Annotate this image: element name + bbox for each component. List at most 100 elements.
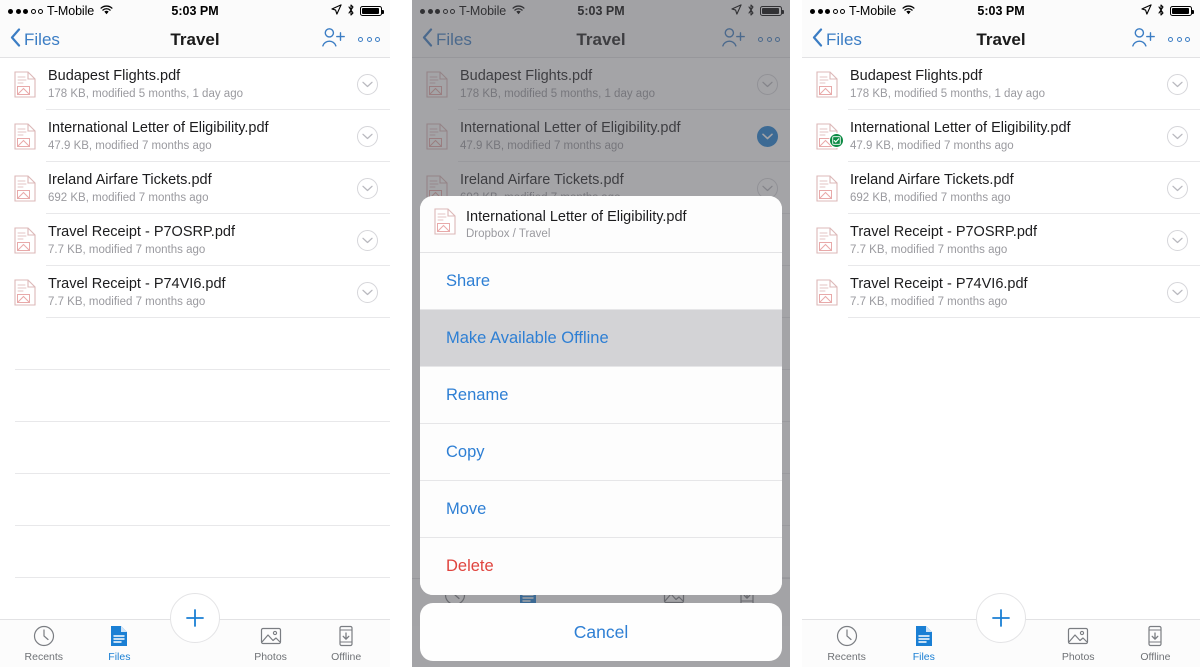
action-sheet-body: International Letter of Eligibility.pdf … <box>420 196 782 595</box>
tab-photos[interactable]: Photos <box>1040 624 1117 663</box>
file-meta: 692 KB, modified 7 months ago <box>850 191 1011 204</box>
empty-row <box>0 370 390 422</box>
file-meta: 178 KB, modified 5 months, 1 day ago <box>48 87 243 100</box>
table-row[interactable]: Travel Receipt - P74VI6.pdf 7.7 KB, modi… <box>0 266 390 318</box>
pdf-file-icon <box>10 122 40 150</box>
add-button[interactable] <box>170 593 220 643</box>
photo-icon <box>1068 627 1089 645</box>
add-person-icon[interactable] <box>1131 27 1157 53</box>
pdf-file-icon <box>812 122 844 150</box>
panel-gap <box>790 0 802 667</box>
ellipsis-icon[interactable] <box>358 37 380 42</box>
document-icon <box>915 626 932 646</box>
row-menu-button[interactable] <box>1167 73 1188 95</box>
table-row[interactable]: Ireland Airfare Tickets.pdf 692 KB, modi… <box>0 162 390 214</box>
status-bar: T-Mobile 5:03 PM <box>0 0 390 22</box>
nav-bar: Files Travel <box>0 22 390 58</box>
action-make-available-offline[interactable]: Make Available Offline <box>420 310 782 367</box>
offline-download-icon <box>1148 625 1163 647</box>
empty-row <box>0 526 390 578</box>
table-row[interactable]: Budapest Flights.pdf 178 KB, modified 5 … <box>802 58 1200 110</box>
row-menu-button[interactable] <box>357 229 378 251</box>
table-row[interactable]: International Letter of Eligibility.pdf … <box>0 110 390 162</box>
tab-label: Files <box>912 651 935 663</box>
file-name: Travel Receipt - P7OSRP.pdf <box>48 223 235 240</box>
tab-label: Recents <box>24 651 64 663</box>
action-delete[interactable]: Delete <box>420 538 782 595</box>
action-rename[interactable]: Rename <box>420 367 782 424</box>
tab-recents[interactable]: Recents <box>808 624 885 663</box>
offline-download-icon <box>339 625 353 647</box>
file-info: Travel Receipt - P7OSRP.pdf 7.7 KB, modi… <box>842 224 1167 257</box>
file-meta: 7.7 KB, modified 7 months ago <box>850 243 1008 256</box>
file-name: Budapest Flights.pdf <box>48 67 181 84</box>
tab-recents[interactable]: Recents <box>6 624 82 663</box>
tab-label: Photos <box>254 651 287 663</box>
table-row[interactable]: Ireland Airfare Tickets.pdf 692 KB, modi… <box>802 162 1200 214</box>
add-person-icon[interactable] <box>321 27 347 53</box>
photo-icon <box>260 627 281 645</box>
back-button[interactable]: Files <box>812 27 862 52</box>
pdf-file-icon <box>812 226 842 254</box>
tab-label: Files <box>108 651 131 663</box>
action-share[interactable]: Share <box>420 253 782 310</box>
tab-photos[interactable]: Photos <box>233 624 309 663</box>
table-row[interactable]: Travel Receipt - P7OSRP.pdf 7.7 KB, modi… <box>0 214 390 266</box>
plus-icon <box>992 609 1010 627</box>
row-menu-button[interactable] <box>1167 177 1188 199</box>
file-name: Ireland Airfare Tickets.pdf <box>48 171 212 188</box>
table-row[interactable]: Travel Receipt - P7OSRP.pdf 7.7 KB, modi… <box>802 214 1200 266</box>
clock-icon <box>33 625 54 647</box>
file-info: Travel Receipt - P74VI6.pdf 7.7 KB, modi… <box>40 276 357 309</box>
back-button-label: Files <box>826 29 862 49</box>
cancel-button[interactable]: Cancel <box>420 603 782 661</box>
pdf-file-icon <box>10 174 40 202</box>
tab-label: Offline <box>331 651 362 663</box>
row-menu-button[interactable] <box>357 73 378 95</box>
status-bar-time: 5:03 PM <box>977 4 1025 18</box>
action-move[interactable]: Move <box>420 481 782 538</box>
row-menu-button[interactable] <box>357 125 378 147</box>
file-meta: 7.7 KB, modified 7 months ago <box>48 243 206 256</box>
pdf-file-icon <box>812 174 842 202</box>
table-row[interactable]: Budapest Flights.pdf 178 KB, modified 5 … <box>0 58 390 110</box>
phone-panel-1: T-Mobile 5:03 PM Files Travel Budapest F… <box>0 0 390 667</box>
row-menu-button[interactable] <box>1167 229 1188 251</box>
table-row[interactable]: International Letter of Eligibility.pdf … <box>802 110 1200 162</box>
phone-panel-3: T-Mobile 5:03 PM Files Travel Budapest F… <box>802 0 1200 667</box>
tab-offline[interactable]: Offline <box>308 624 384 663</box>
battery-icon <box>1170 6 1194 16</box>
file-name: Ireland Airfare Tickets.pdf <box>850 171 1014 188</box>
empty-row <box>0 474 390 526</box>
offline-available-badge-icon <box>829 132 844 148</box>
row-menu-button[interactable] <box>357 281 378 303</box>
back-button[interactable]: Files <box>10 27 60 52</box>
row-menu-button[interactable] <box>357 177 378 199</box>
phone-panel-2: T-Mobile 5:03 PM Files <box>412 0 790 667</box>
pdf-file-icon <box>434 208 456 240</box>
tab-files[interactable]: Files <box>82 624 158 663</box>
file-name: Budapest Flights.pdf <box>850 67 983 84</box>
row-menu-button[interactable] <box>1167 125 1188 147</box>
tab-offline[interactable]: Offline <box>1117 624 1194 663</box>
status-bar: T-Mobile 5:03 PM <box>802 0 1200 22</box>
file-meta: 178 KB, modified 5 months, 1 day ago <box>850 87 1045 100</box>
file-info: Ireland Airfare Tickets.pdf 692 KB, modi… <box>842 172 1167 205</box>
file-list: Budapest Flights.pdf 178 KB, modified 5 … <box>0 58 390 578</box>
clock-icon <box>836 625 857 647</box>
tab-files[interactable]: Files <box>885 624 962 663</box>
status-bar-time: 5:03 PM <box>171 4 219 18</box>
file-meta: 692 KB, modified 7 months ago <box>48 191 209 204</box>
back-button-label: Files <box>24 29 60 49</box>
ellipsis-icon[interactable] <box>1168 37 1190 42</box>
pdf-file-icon <box>812 278 842 306</box>
empty-row <box>0 422 390 474</box>
row-menu-button[interactable] <box>1167 281 1188 303</box>
file-name: Travel Receipt - P74VI6.pdf <box>850 275 1028 292</box>
pdf-file-icon <box>10 226 40 254</box>
file-name: International Letter of Eligibility.pdf <box>48 119 269 136</box>
action-copy[interactable]: Copy <box>420 424 782 481</box>
table-row[interactable]: Travel Receipt - P74VI6.pdf 7.7 KB, modi… <box>802 266 1200 318</box>
add-button[interactable] <box>976 593 1026 643</box>
action-sheet-file-name: International Letter of Eligibility.pdf <box>466 209 687 225</box>
